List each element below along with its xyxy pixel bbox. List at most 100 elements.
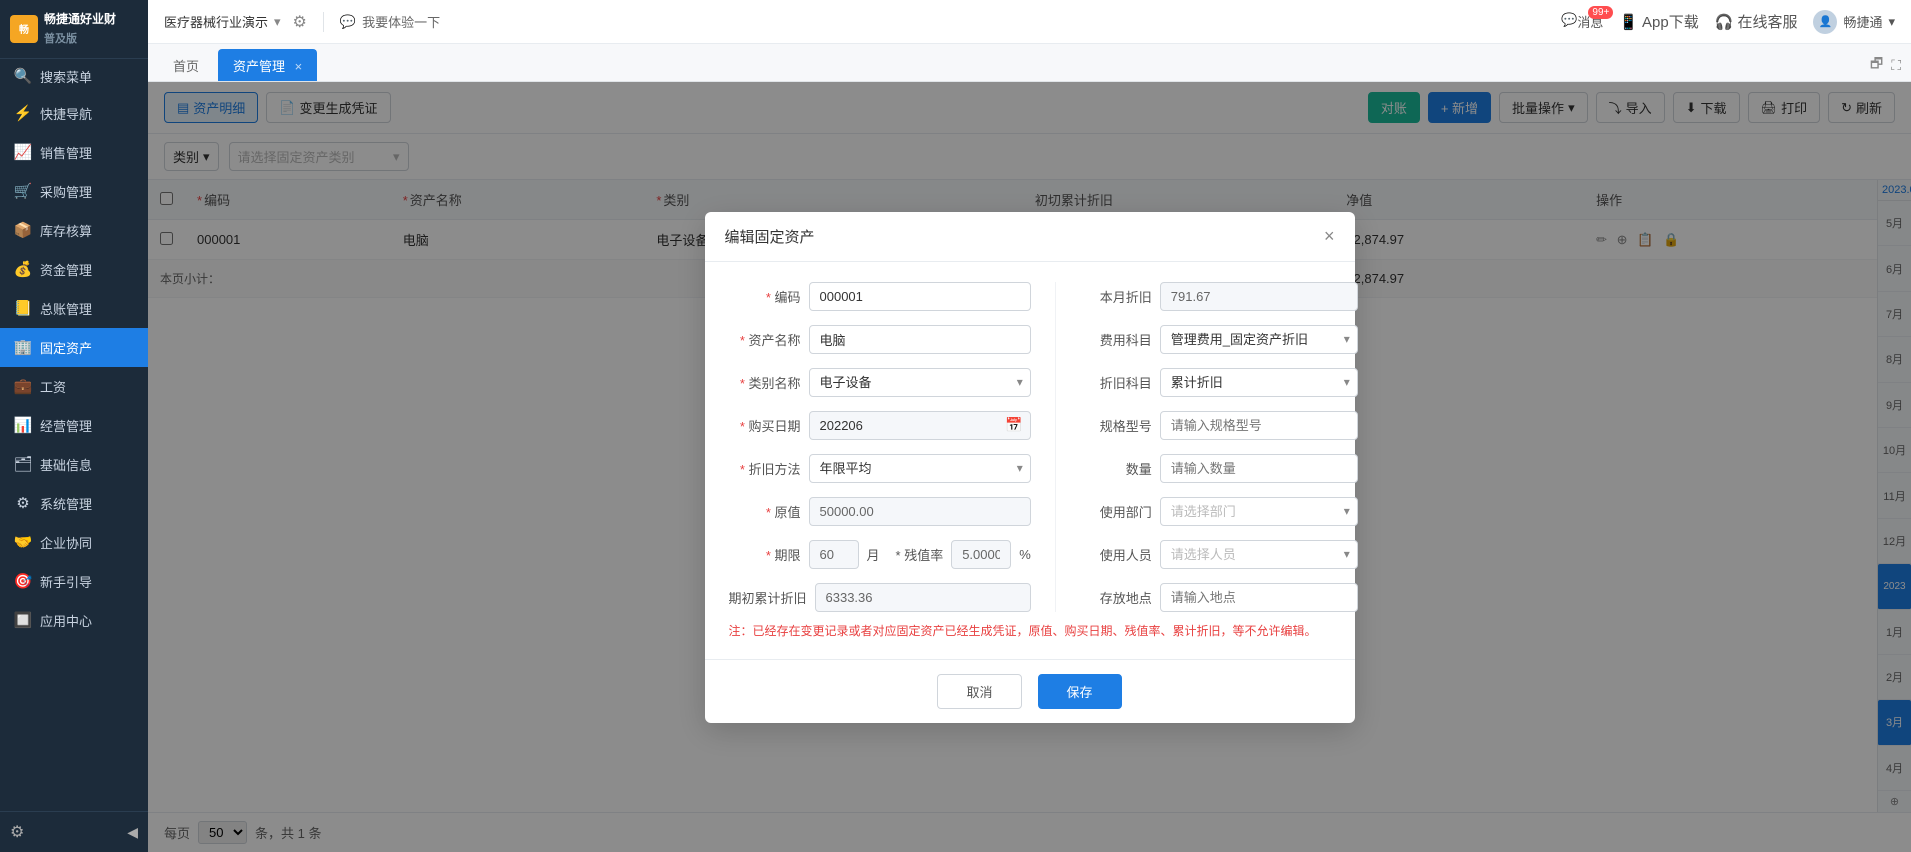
sidebar-label-appcenter: 应用中心 (40, 611, 92, 630)
location-label: 存放地点 (1080, 588, 1152, 607)
sidebar-label-biz: 企业协同 (40, 533, 92, 552)
sidebar-nav: 🔍 搜索菜单 ⚡ 快捷导航 📈 销售管理 🛒 采购管理 📦 库存核算 💰 (0, 59, 148, 811)
form-col-right: 本月折旧 费用科目 管理费用_固定资产折旧 (1056, 282, 1358, 612)
online-service-button[interactable]: 🎧 在线客服 (1715, 11, 1798, 32)
sidebar-label-bizmanage: 经营管理 (40, 416, 92, 435)
salvage-rate-label: * 残值率 (896, 545, 944, 564)
cancel-button[interactable]: 取消 (937, 674, 1021, 709)
purchase-icon: 🛒 (14, 182, 32, 200)
spec-model-input[interactable] (1160, 411, 1358, 440)
sidebar-label-ledger: 总账管理 (40, 299, 92, 318)
form-grid: * 编码 * 资产名称 * 类别名称 (729, 282, 1331, 612)
salvage-rate-input[interactable] (951, 540, 1011, 569)
spec-model-label: 规格型号 (1080, 416, 1152, 435)
capital-icon: 💰 (14, 260, 32, 278)
sidebar-item-ledger[interactable]: 📒 总账管理 (0, 289, 148, 328)
sidebar-item-bizmanage[interactable]: 📊 经营管理 (0, 406, 148, 445)
collapse-icon[interactable]: ◀ (127, 824, 138, 841)
sidebar-item-purchase[interactable]: 🛒 采购管理 (0, 172, 148, 211)
window-restore-icon[interactable]: 🗗 (1870, 53, 1883, 77)
depr-method-select[interactable]: 年限平均 (809, 454, 1031, 483)
sidebar-item-capital[interactable]: 💰 资金管理 (0, 250, 148, 289)
initial-depr-input[interactable] (815, 583, 1031, 612)
username-label: 畅捷通 (1843, 12, 1882, 31)
category-select-wrap: 电子设备 ▾ (809, 368, 1031, 397)
company-label: 医疗器械行业演示 (164, 12, 268, 31)
depr-subject-wrap: 累计折旧 ▾ (1160, 368, 1358, 397)
sales-icon: 📈 (14, 143, 32, 161)
topbar-right: 💬 消息 99+ 📱 App下载 🎧 在线客服 👤 畅捷通 ▾ (1561, 10, 1895, 34)
sidebar-item-sales[interactable]: 📈 销售管理 (0, 133, 148, 172)
field-quantity: 数量 (1080, 454, 1358, 483)
message-button[interactable]: 💬 消息 99+ (1561, 12, 1603, 31)
depr-subject-select[interactable]: 累计折旧 (1160, 368, 1358, 397)
save-button[interactable]: 保存 (1038, 674, 1122, 709)
tab-home[interactable]: 首页 (158, 49, 214, 81)
modal-overlay: 编辑固定资产 × * 编码 (148, 82, 1911, 852)
purchase-date-input[interactable] (809, 411, 1031, 440)
depr-method-select-wrap: 年限平均 ▾ (809, 454, 1031, 483)
sidebar-label-inventory: 库存核算 (40, 221, 92, 240)
sidebar-label-capital: 资金管理 (40, 260, 92, 279)
company-dropdown-icon[interactable]: ▾ (274, 14, 281, 30)
app-download-button[interactable]: 📱 App下载 (1619, 11, 1698, 32)
biz-icon: 🤝 (14, 533, 32, 551)
dept-select[interactable]: 请选择部门 (1160, 497, 1358, 526)
inventory-icon: 📦 (14, 221, 32, 239)
code-input[interactable] (809, 282, 1031, 311)
category-select[interactable]: 电子设备 (809, 368, 1031, 397)
edit-asset-modal: 编辑固定资产 × * 编码 (705, 212, 1355, 723)
sidebar-item-appcenter[interactable]: 🔲 应用中心 (0, 601, 148, 640)
sidebar-label-assets: 固定资产 (40, 338, 92, 357)
tab-close-icon[interactable]: × (295, 59, 303, 74)
download-icon: 📱 (1619, 13, 1638, 31)
sidebar-item-biz[interactable]: 🤝 企业协同 (0, 523, 148, 562)
depr-method-label: * 折旧方法 (729, 459, 801, 478)
expense-subject-label: 费用科目 (1080, 330, 1152, 349)
feedback-label: 我要体验一下 (362, 12, 440, 31)
person-select[interactable]: 请选择人员 (1160, 540, 1358, 569)
user-menu[interactable]: 👤 畅捷通 ▾ (1813, 10, 1895, 34)
sidebar-item-sysmanage[interactable]: ⚙ 系统管理 (0, 484, 148, 523)
message-badge: 99+ (1588, 6, 1613, 19)
expense-subject-select[interactable]: 管理费用_固定资产折旧 (1160, 325, 1358, 354)
name-input[interactable] (809, 325, 1031, 354)
field-dept: 使用部门 请选择部门 ▾ (1080, 497, 1358, 526)
main-area: 医疗器械行业演示 ▾ ⚙ 💬 我要体验一下 💬 消息 99+ 📱 App下载 (148, 0, 1911, 852)
quantity-input[interactable] (1160, 454, 1358, 483)
dept-select-wrap: 请选择部门 ▾ (1160, 497, 1358, 526)
app-edition: 普及版 (44, 30, 116, 46)
field-spec-model: 规格型号 (1080, 411, 1358, 440)
sidebar-item-base[interactable]: 🗂 基础信息 (0, 445, 148, 484)
settings-gear-icon[interactable]: ⚙ (293, 12, 307, 32)
settings-icon[interactable]: ⚙ (10, 822, 24, 842)
period-input[interactable] (809, 540, 859, 569)
location-input[interactable] (1160, 583, 1358, 612)
assets-icon: 🏢 (14, 338, 32, 356)
sidebar-header: 畅 畅捷通好业财 普及版 (0, 0, 148, 59)
quicknav-icon: ⚡ (14, 104, 32, 122)
original-value-input[interactable] (809, 497, 1031, 526)
sidebar-item-assets[interactable]: 🏢 固定资产 (0, 328, 148, 367)
sidebar-label-quicknav: 快捷导航 (40, 104, 92, 123)
sidebar-item-payroll[interactable]: 💼 工资 (0, 367, 148, 406)
message-icon: 💬 (1561, 12, 1577, 31)
tab-assets-mgmt[interactable]: 资产管理 × (218, 49, 317, 81)
form-col-left: * 编码 * 资产名称 * 类别名称 (729, 282, 1056, 612)
feedback-icon: 💬 (340, 14, 356, 30)
modal-close-button[interactable]: × (1324, 227, 1335, 245)
field-code: * 编码 (729, 282, 1031, 311)
sidebar-item-inventory[interactable]: 📦 库存核算 (0, 211, 148, 250)
tab-home-label: 首页 (173, 59, 199, 74)
sidebar-label-base: 基础信息 (40, 455, 92, 474)
sidebar-item-guide[interactable]: 🎯 新手引导 (0, 562, 148, 601)
sidebar-label-purchase: 采购管理 (40, 182, 92, 201)
appcenter-icon: 🔲 (14, 611, 32, 629)
modal-footer: 取消 保存 (705, 659, 1355, 723)
sidebar-label-sales: 销售管理 (40, 143, 92, 162)
sidebar-item-search[interactable]: 🔍 搜索菜单 (0, 59, 148, 94)
field-period-salvage: * 期限 月 * 残值率 % (729, 540, 1031, 569)
sidebar-item-quicknav[interactable]: ⚡ 快捷导航 (0, 94, 148, 133)
feedback-button[interactable]: 💬 我要体验一下 (340, 12, 440, 31)
window-expand-icon[interactable]: ⛶ (1891, 57, 1901, 74)
